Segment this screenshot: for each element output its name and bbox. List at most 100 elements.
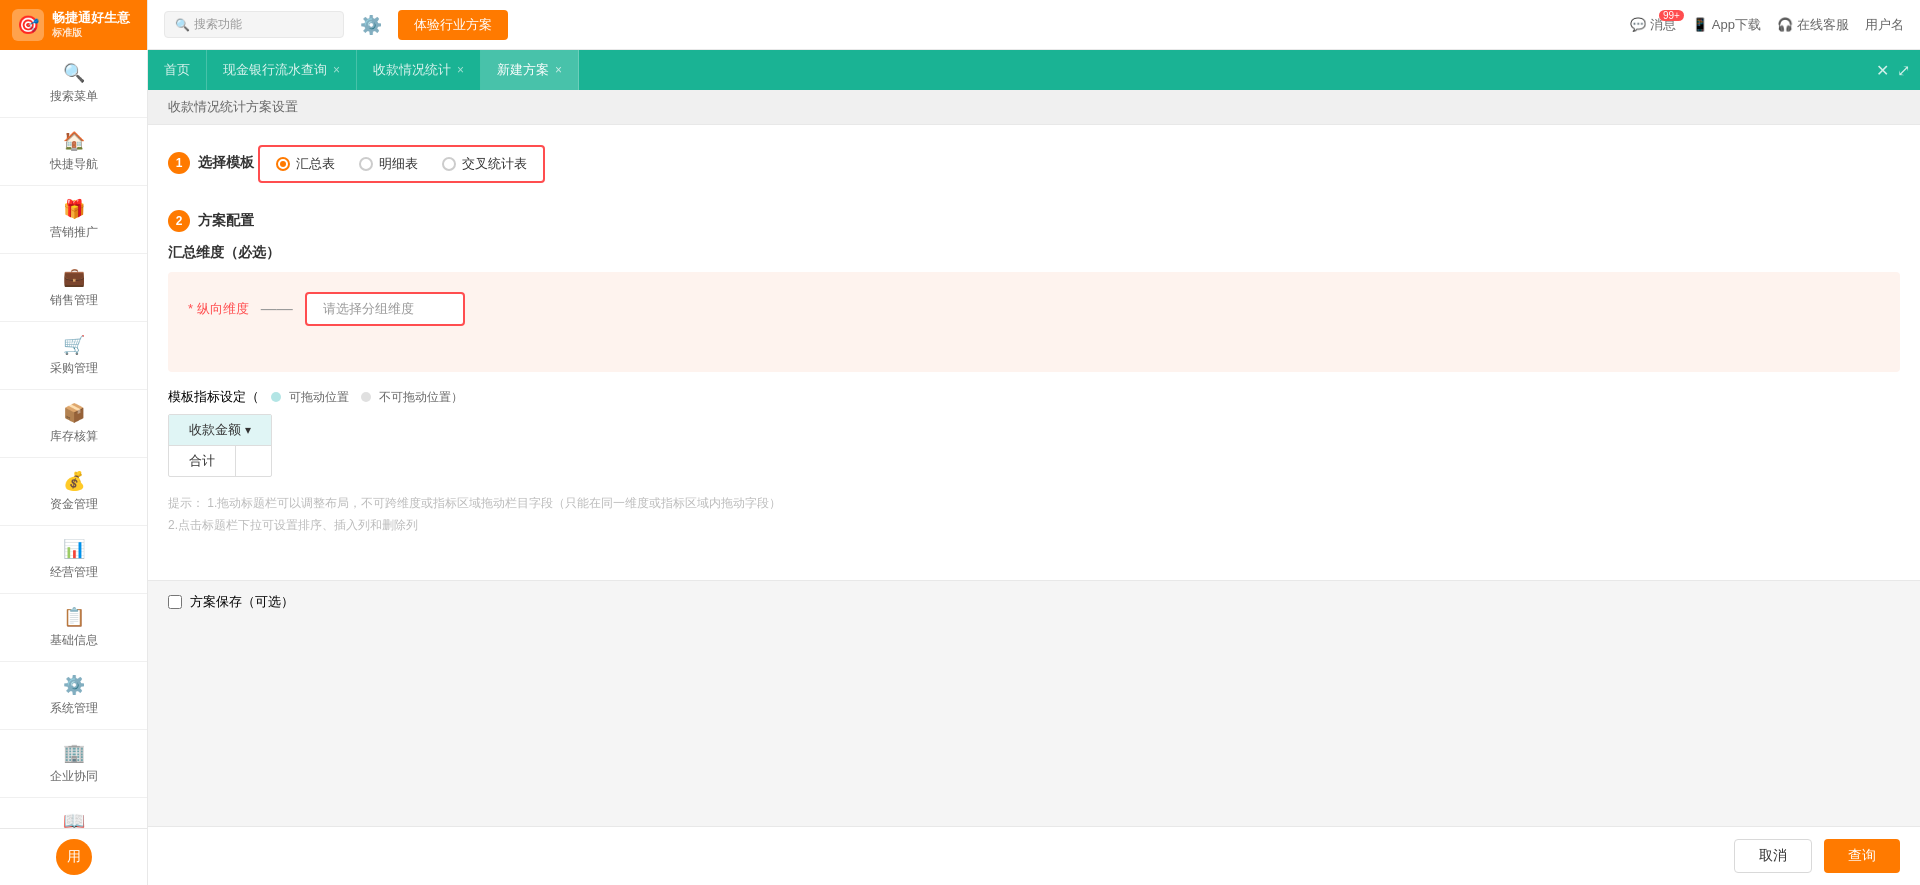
metric-col-label: 收款金额 bbox=[189, 421, 241, 439]
gear-icon[interactable]: ⚙️ bbox=[360, 14, 382, 36]
sidebar-item-system[interactable]: ⚙️ 系统管理 bbox=[0, 662, 147, 730]
sidebar-item-marketing[interactable]: 🎁营销推广 bbox=[0, 186, 147, 254]
sidebar-nav: 🔍搜索菜单🏠快捷导航🎁营销推广 💼 销售管理 🛒采购管理📦库存核算💰资金管理📊经营管理… bbox=[0, 50, 147, 828]
radio-dot-summary bbox=[276, 157, 290, 171]
tab-bank-flow[interactable]: 现金银行流水查询 × bbox=[207, 50, 357, 90]
tab-new-plan[interactable]: 新建方案× bbox=[481, 50, 579, 90]
sales-icon: 💼 bbox=[63, 266, 85, 288]
logo-text: 畅捷通好生意 bbox=[52, 10, 130, 26]
template-radio-group: 汇总表 明细表 交叉统计表 bbox=[258, 145, 545, 183]
step2-block: 2 方案配置 汇总维度（必选） * 纵向维度 —— 请选择分组维度 bbox=[168, 210, 1900, 536]
sidebar-item-capital[interactable]: 💰资金管理 bbox=[0, 458, 147, 526]
metrics-row-total: 合计 bbox=[169, 446, 271, 476]
tab-label-home: 首页 bbox=[164, 61, 190, 79]
download-icon: 📱 bbox=[1692, 17, 1708, 32]
radio-summary[interactable]: 汇总表 bbox=[276, 155, 335, 173]
save-section: 方案保存（可选） bbox=[148, 580, 1920, 623]
radio-cross[interactable]: 交叉统计表 bbox=[442, 155, 527, 173]
page-content: 收款情况统计方案设置 1 选择模板 汇总表 明细表 bbox=[148, 90, 1920, 826]
metrics-header: 收款金额 ▾ bbox=[169, 415, 271, 446]
search-icon: 🔍 bbox=[175, 18, 190, 32]
save-checkbox[interactable] bbox=[168, 595, 182, 609]
movable-label: 可拖动位置 bbox=[289, 389, 349, 406]
sidebar-item-label: 库存核算 bbox=[50, 428, 98, 445]
system-icon: ⚙️ bbox=[63, 674, 85, 696]
marketing-icon: 🎁 bbox=[63, 198, 85, 220]
download-label: App下载 bbox=[1712, 16, 1761, 34]
sidebar-item-quick-nav[interactable]: 🏠快捷导航 bbox=[0, 118, 147, 186]
section-header: 收款情况统计方案设置 bbox=[148, 90, 1920, 125]
sidebar-item-enterprise[interactable]: 🏢企业协同 bbox=[0, 730, 147, 798]
sidebar-item-label: 采购管理 bbox=[50, 360, 98, 377]
guide-icon: 📖 bbox=[63, 810, 85, 828]
service-button[interactable]: 🎧 在线客服 bbox=[1777, 16, 1849, 34]
sidebar-item-basic-info[interactable]: 📋基础信息 bbox=[0, 594, 147, 662]
tab-actions: ✕⤢ bbox=[1866, 50, 1920, 90]
step1-label: 1 选择模板 bbox=[168, 152, 254, 174]
legend-movable: 可拖动位置 bbox=[271, 389, 349, 406]
sidebar-item-sales[interactable]: 💼 销售管理 bbox=[0, 254, 147, 322]
trial-button[interactable]: 体验行业方案 bbox=[398, 10, 508, 40]
service-icon: 🎧 bbox=[1777, 17, 1793, 32]
service-label: 在线客服 bbox=[1797, 16, 1849, 34]
radio-dot-detail bbox=[359, 157, 373, 171]
message-badge: 99+ bbox=[1659, 10, 1684, 21]
legend-fixed: 不可拖动位置） bbox=[361, 389, 463, 406]
dimension-select[interactable]: 请选择分组维度 bbox=[305, 292, 465, 326]
message-button[interactable]: 💬 消息 99+ bbox=[1630, 16, 1676, 34]
sidebar-item-label: 搜索菜单 bbox=[50, 88, 98, 105]
movable-dot bbox=[271, 392, 281, 402]
tip-text-1: 提示： 1.拖动标题栏可以调整布局，不可跨维度或指标区域拖动栏目字段（只能在同一… bbox=[168, 493, 781, 515]
metrics-table: 收款金额 ▾ 合计 bbox=[168, 414, 272, 477]
tab-receipt-stats[interactable]: 收款情况统计 × bbox=[357, 50, 481, 90]
topbar-search[interactable]: 🔍 搜索功能 bbox=[164, 11, 344, 38]
fixed-label: 不可拖动位置） bbox=[379, 389, 463, 406]
step2-title: 方案配置 bbox=[198, 212, 254, 230]
metric-col-header[interactable]: 收款金额 ▾ bbox=[169, 415, 271, 445]
metrics-title: 模板指标设定（ bbox=[168, 388, 259, 406]
dimension-area: * 纵向维度 —— 请选择分组维度 bbox=[168, 272, 1900, 372]
user-avatar[interactable]: 用 bbox=[56, 839, 92, 875]
sidebar-item-label: 系统管理 bbox=[50, 700, 98, 717]
step1-title: 选择模板 bbox=[198, 154, 254, 172]
tip-line-2: 2.点击标题栏下拉可设置排序、插入列和删除列 bbox=[168, 515, 1900, 537]
user-name-button[interactable]: 用户名 bbox=[1865, 16, 1904, 34]
tip-text-2: 2.点击标题栏下拉可设置排序、插入列和删除列 bbox=[168, 515, 418, 537]
logo-icon: 🎯 bbox=[12, 9, 44, 41]
tab-label-bank-flow: 现金银行流水查询 bbox=[223, 61, 327, 79]
tab-label-receipt-stats: 收款情况统计 bbox=[373, 61, 451, 79]
query-button[interactable]: 查询 bbox=[1824, 839, 1900, 873]
sidebar-item-purchase[interactable]: 🛒采购管理 bbox=[0, 322, 147, 390]
app-download-button[interactable]: 📱 App下载 bbox=[1692, 16, 1761, 34]
tab-home[interactable]: 首页 bbox=[148, 50, 207, 90]
tabbar: 首页现金银行流水查询×收款情况统计×新建方案×✕⤢ bbox=[148, 50, 1920, 90]
sidebar-footer: 用 bbox=[0, 828, 147, 885]
sidebar-item-inventory[interactable]: 📦库存核算 bbox=[0, 390, 147, 458]
operation-icon: 📊 bbox=[63, 538, 85, 560]
cancel-button[interactable]: 取消 bbox=[1734, 839, 1812, 873]
tab-close-new-plan[interactable]: × bbox=[555, 63, 562, 77]
metrics-label-row: 模板指标设定（ 可拖动位置 不可拖动位置） bbox=[168, 388, 1900, 406]
arrow-icon: —— bbox=[261, 300, 293, 318]
sidebar-item-label: 销售管理 bbox=[50, 292, 98, 309]
tip-line-1: 提示： 1.拖动标题栏可以调整布局，不可跨维度或指标区域拖动栏目字段（只能在同一… bbox=[168, 493, 1900, 515]
logo-sub: 标准版 bbox=[52, 26, 130, 40]
tab-close-bank-flow[interactable]: × bbox=[333, 63, 340, 77]
radio-detail[interactable]: 明细表 bbox=[359, 155, 418, 173]
step2-label: 2 方案配置 bbox=[168, 210, 254, 232]
radio-detail-label: 明细表 bbox=[379, 155, 418, 173]
tab-expand-icon[interactable]: ⤢ bbox=[1897, 61, 1910, 80]
radio-summary-label: 汇总表 bbox=[296, 155, 335, 173]
sidebar-item-operation[interactable]: 📊经营管理 bbox=[0, 526, 147, 594]
form-container: 1 选择模板 汇总表 明细表 交叉统计表 bbox=[148, 125, 1920, 580]
sidebar-item-label: 基础信息 bbox=[50, 632, 98, 649]
sidebar-item-guide[interactable]: 📖新手引导 bbox=[0, 798, 147, 828]
tab-close-receipt-stats[interactable]: × bbox=[457, 63, 464, 77]
main-area: 🔍 搜索功能 ⚙️ 体验行业方案 💬 消息 99+ 📱 App下载 🎧 在线客服… bbox=[148, 0, 1920, 885]
fixed-dot bbox=[361, 392, 371, 402]
capital-icon: 💰 bbox=[63, 470, 85, 492]
footer-bar: 取消 查询 bbox=[148, 826, 1920, 885]
tab-close-all-icon[interactable]: ✕ bbox=[1876, 61, 1889, 80]
sidebar-item-search-menu[interactable]: 🔍搜索菜单 bbox=[0, 50, 147, 118]
sidebar-item-label: 快捷导航 bbox=[50, 156, 98, 173]
